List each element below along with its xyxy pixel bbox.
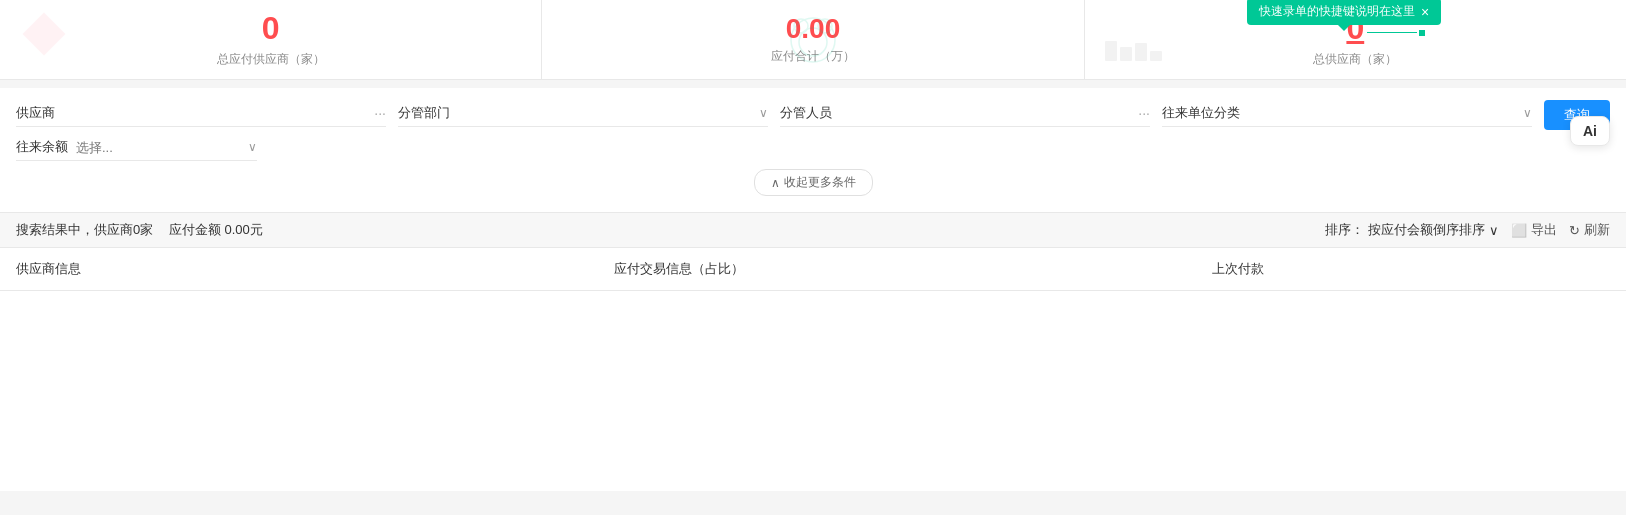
results-amount: 应付金额 0.00元 [169,222,263,237]
results-actions: 排序： 按应付会额倒序排序 ∨ ⬜ 导出 ↻ 刷新 [1325,221,1610,239]
total-supplier-label: 总供应商（家） [1313,51,1397,68]
table-header: 供应商信息 应付交易信息（占比） 上次付款 [0,248,1626,291]
results-bar: 搜索结果中，供应商0家 应付金额 0.00元 排序： 按应付会额倒序排序 ∨ ⬜… [0,213,1626,248]
refresh-label: 刷新 [1584,221,1610,239]
refresh-icon: ↻ [1569,223,1580,238]
ai-badge[interactable]: Ai [1570,116,1610,146]
department-arrow-icon[interactable]: ∨ [759,106,768,120]
unit-class-arrow-icon[interactable]: ∨ [1523,106,1532,120]
sort-button[interactable]: 排序： 按应付会额倒序排序 ∨ [1325,221,1499,239]
export-button[interactable]: ⬜ 导出 [1511,221,1557,239]
tooltip-connector-line [1367,32,1417,33]
manager-filter-label: 分管人员 [780,104,832,122]
balance-arrow-icon[interactable]: ∨ [248,140,257,154]
tooltip-close-btn[interactable]: × [1421,5,1429,19]
unit-class-filter-label: 往来单位分类 [1162,104,1240,122]
manager-filter-input[interactable] [840,105,1134,120]
filter-group-department: 分管部门 ∨ [398,104,768,127]
results-supplier-count: 搜索结果中，供应商0家 [16,222,153,237]
department-filter-input[interactable] [458,105,755,120]
filter-row-1: 供应商 ··· 分管部门 ∨ 分管人员 ··· 往来单位分类 ∨ 查询 [16,100,1610,130]
supplier-count-label: 总应付供应商（家） [217,51,325,68]
filter-bar: 供应商 ··· 分管部门 ∨ 分管人员 ··· 往来单位分类 ∨ 查询 往来余额 [0,88,1626,213]
stat-total-supplier: 快速录单的快捷键说明在这里 × 0 总供应商（家） [1085,0,1626,79]
collapse-label: 收起更多条件 [784,174,856,191]
table-body [0,291,1626,491]
stat-payable-amount: 0.00 应付合计（万） [542,0,1084,79]
supplier-count-value: 0 [262,11,280,46]
collapse-section: ∧ 收起更多条件 [16,165,1610,204]
export-icon: ⬜ [1511,223,1527,238]
sort-arrow-icon[interactable]: ∨ [1489,223,1499,238]
export-label: 导出 [1531,221,1557,239]
filter-group-unit-class: 往来单位分类 ∨ [1162,104,1532,127]
supplier-filter-input[interactable] [63,105,370,120]
table-col-lastpay: 上次付款 [1212,260,1611,278]
filter-group-supplier: 供应商 ··· [16,104,386,127]
collapse-button[interactable]: ∧ 收起更多条件 [754,169,873,196]
svg-point-10 [799,28,827,56]
bear-icon [783,10,843,70]
stats-bar: 0 总应付供应商（家） 0.00 应付合计（万） 快速录单的快捷键说明在这里 × [0,0,1626,80]
table-col-transaction: 应付交易信息（占比） [614,260,1212,278]
balance-filter-input[interactable] [76,140,244,155]
tooltip-text: 快速录单的快捷键说明在这里 [1259,3,1415,20]
refresh-button[interactable]: ↻ 刷新 [1569,221,1610,239]
sort-value: 按应付会额倒序排序 [1368,221,1485,239]
filter-group-balance: 往来余额 ∨ [16,138,257,161]
stat-supplier-count: 0 总应付供应商（家） [0,0,542,79]
decorative-bars [1105,41,1162,61]
table-col-supplier: 供应商信息 [16,260,614,278]
manager-more-btn[interactable]: ··· [1138,105,1150,121]
department-filter-label: 分管部门 [398,104,450,122]
unit-class-filter-input[interactable] [1248,105,1519,120]
sort-label: 排序： [1325,221,1364,239]
tooltip-bubble[interactable]: 快速录单的快捷键说明在这里 × [1247,0,1441,25]
filter-group-manager: 分管人员 ··· [780,104,1150,127]
balance-filter-label: 往来余额 [16,138,68,156]
filter-row-2: 往来余额 ∨ [16,138,1610,161]
supplier-filter-label: 供应商 [16,104,55,122]
diamond-icon [20,10,68,58]
supplier-more-btn[interactable]: ··· [374,105,386,121]
tooltip-dot [1417,28,1427,38]
results-info: 搜索结果中，供应商0家 应付金额 0.00元 [16,221,275,239]
chevron-up-icon: ∧ [771,176,780,190]
